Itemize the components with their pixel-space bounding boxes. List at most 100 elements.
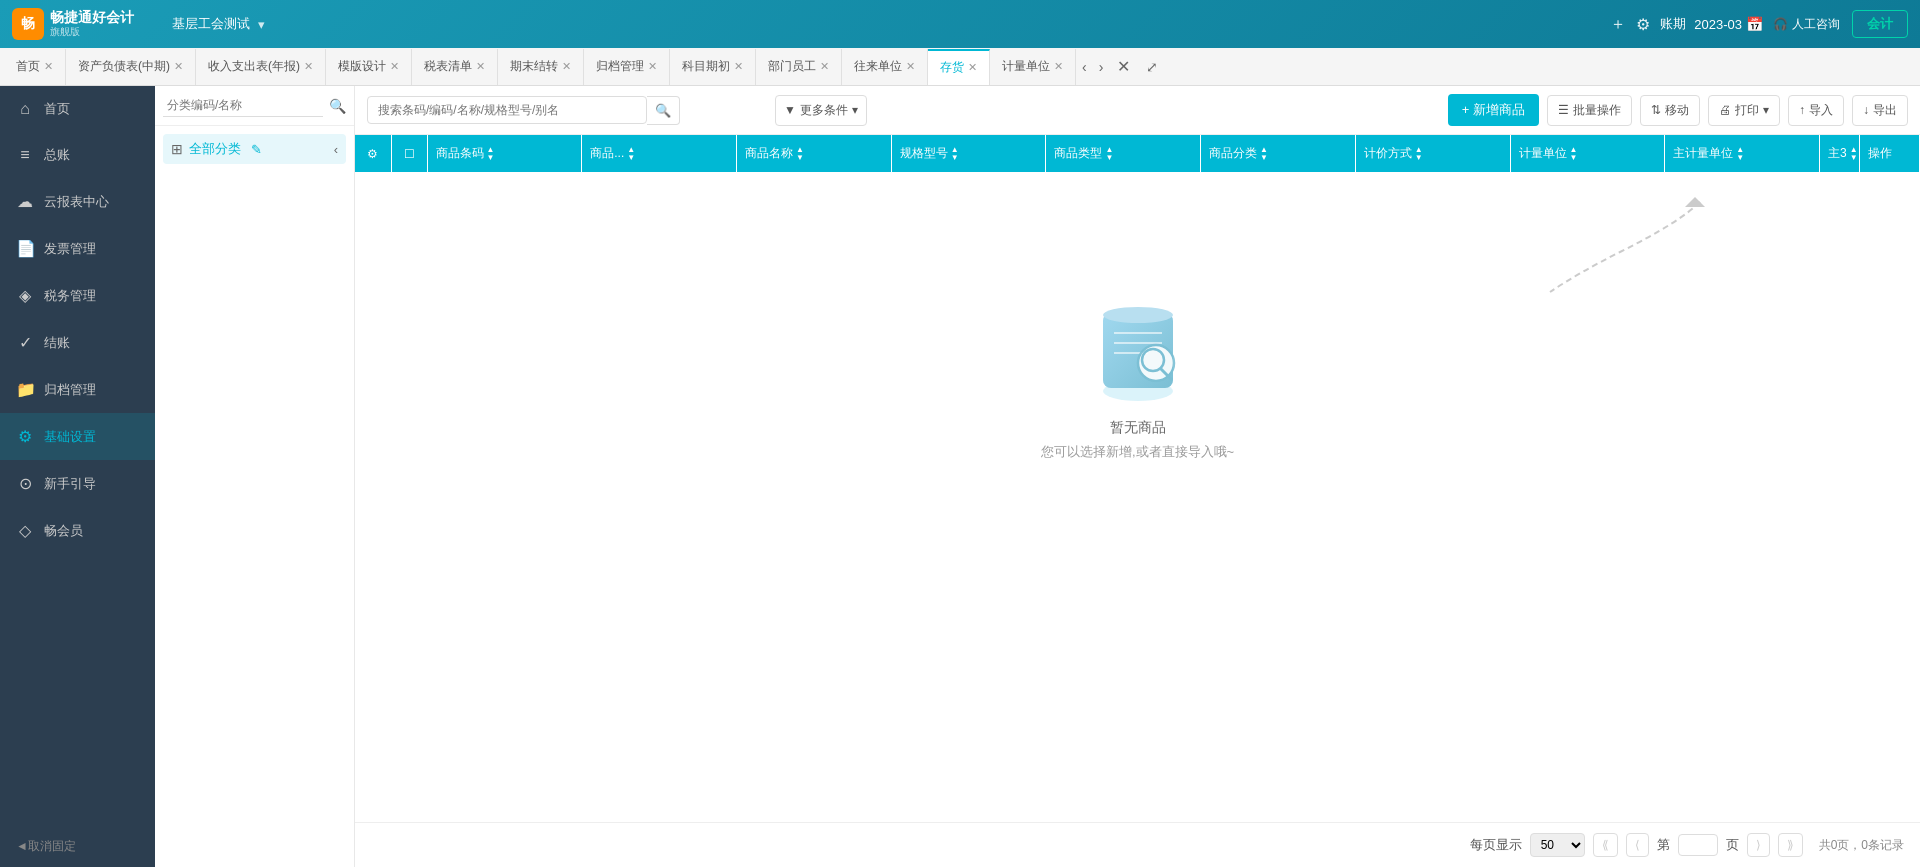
svg-marker-0: [1685, 197, 1705, 207]
print-icon: 🖨: [1719, 103, 1731, 117]
move-button[interactable]: ⇅ 移动: [1640, 95, 1700, 126]
page-number-input[interactable]: 1: [1678, 834, 1718, 856]
tab-close-balance[interactable]: ✕: [174, 60, 183, 73]
logo-text: 畅捷通好会计 旗舰版: [50, 9, 134, 40]
th-unit[interactable]: 计量单位 ▲▼: [1510, 135, 1665, 172]
table-header-row: ⚙ ☐ 商品条码 ▲▼ 商品..: [355, 135, 1920, 172]
tab-close-closing[interactable]: ✕: [562, 60, 571, 73]
tab-expand-button[interactable]: ⤢: [1138, 59, 1166, 75]
tab-close-contacts[interactable]: ✕: [906, 60, 915, 73]
tab-close-tax[interactable]: ✕: [476, 60, 485, 73]
product-table: ⚙ ☐ 商品条码 ▲▼ 商品..: [355, 135, 1920, 172]
tree-collapse-icon[interactable]: ‹: [334, 142, 338, 157]
settings-button[interactable]: ⚙: [1636, 15, 1650, 34]
tab-dept[interactable]: 部门员工 ✕: [756, 49, 842, 85]
member-icon: ◇: [16, 521, 34, 540]
main-search-input[interactable]: [367, 96, 647, 124]
tab-closing[interactable]: 期末结转 ✕: [498, 49, 584, 85]
th-spec[interactable]: 规格型号 ▲▼: [891, 135, 1046, 172]
next-page-button[interactable]: ⟩: [1747, 833, 1770, 857]
tab-prev-button[interactable]: ‹: [1076, 59, 1093, 75]
sidebar-item-reports[interactable]: ☁ 云报表中心: [0, 178, 155, 225]
tab-close-archive[interactable]: ✕: [648, 60, 657, 73]
tab-close-unit[interactable]: ✕: [1054, 60, 1063, 73]
sort-arrows-col3: ▲▼: [1850, 146, 1858, 162]
sort-arrows-barcode: ▲▼: [487, 146, 495, 162]
sidebar-item-close[interactable]: ✓ 结账: [0, 319, 155, 366]
sidebar-unpin-button[interactable]: ◄取消固定: [0, 826, 155, 867]
th-checkbox[interactable]: ☐: [391, 135, 427, 172]
first-page-button[interactable]: ⟪: [1593, 833, 1618, 857]
archive-icon: 📁: [16, 380, 34, 399]
th-settings[interactable]: ⚙: [355, 135, 391, 172]
th-code[interactable]: 商品... ▲▼: [582, 135, 737, 172]
tab-balance[interactable]: 资产负债表(中期) ✕: [66, 49, 196, 85]
tab-close-income[interactable]: ✕: [304, 60, 313, 73]
add-tab-button[interactable]: ＋: [1610, 14, 1626, 35]
tab-inventory[interactable]: 存货 ✕: [928, 49, 990, 85]
th-main-unit[interactable]: 主计量单位 ▲▼: [1665, 135, 1820, 172]
company-selector[interactable]: 基层工会测试 ▾: [172, 15, 1600, 33]
sidebar-item-tax[interactable]: ◈ 税务管理: [0, 272, 155, 319]
tab-home[interactable]: 首页 ✕: [4, 49, 66, 85]
tab-template[interactable]: 模版设计 ✕: [326, 49, 412, 85]
tab-bar: 首页 ✕ 资产负债表(中期) ✕ 收入支出表(年报) ✕ 模版设计 ✕ 税表清单…: [0, 48, 1920, 86]
account-button[interactable]: 会计: [1852, 10, 1908, 38]
sidebar-item-member[interactable]: ◇ 畅会员: [0, 507, 155, 554]
category-search-icon[interactable]: 🔍: [329, 98, 346, 114]
batch-button[interactable]: ☰ 批量操作: [1547, 95, 1632, 126]
sort-arrows-code: ▲▼: [627, 146, 635, 162]
empty-title: 暂无商品: [1110, 419, 1166, 437]
th-col3[interactable]: 主3 ▲▼: [1820, 135, 1860, 172]
period-display: 账期 2023-03 📅: [1660, 15, 1763, 33]
sidebar-item-archive[interactable]: 📁 归档管理: [0, 366, 155, 413]
sidebar-item-invoice[interactable]: 📄 发票管理: [0, 225, 155, 272]
tab-close-all-button[interactable]: ✕: [1109, 57, 1138, 76]
settings-nav-icon: ⚙: [16, 427, 34, 446]
filter-button[interactable]: ▼ 更多条件 ▾: [775, 95, 867, 126]
tab-income[interactable]: 收入支出表(年报) ✕: [196, 49, 326, 85]
sidebar-item-settings[interactable]: ⚙ 基础设置: [0, 413, 155, 460]
sidebar-item-home[interactable]: ⌂ 首页: [0, 86, 155, 132]
sidebar-item-ledger[interactable]: ≡ 总账: [0, 132, 155, 178]
tab-close-inventory[interactable]: ✕: [968, 61, 977, 74]
tree-item-all[interactable]: ⊞ 全部分类 ✎ ‹: [163, 134, 346, 164]
per-page-select[interactable]: 50 20 100: [1530, 833, 1585, 857]
import-button[interactable]: ↑ 导入: [1788, 95, 1844, 126]
prev-page-button[interactable]: ⟨: [1626, 833, 1649, 857]
tab-unit[interactable]: 计量单位 ✕: [990, 49, 1076, 85]
last-page-button[interactable]: ⟫: [1778, 833, 1803, 857]
tree-edit-icon[interactable]: ✎: [251, 142, 262, 157]
th-type[interactable]: 商品类型 ▲▼: [1046, 135, 1201, 172]
export-button[interactable]: ↓ 导出: [1852, 95, 1908, 126]
th-barcode[interactable]: 商品条码 ▲▼: [427, 135, 582, 172]
th-category[interactable]: 商品分类 ▲▼: [1201, 135, 1356, 172]
import-icon: ↑: [1799, 103, 1805, 117]
filter-icon: ▼: [784, 103, 796, 117]
tab-next-button[interactable]: ›: [1093, 59, 1110, 75]
main-search-bar: 🔍: [367, 96, 767, 125]
service-button[interactable]: 🎧 人工咨询: [1773, 16, 1840, 33]
tab-subject[interactable]: 科目期初 ✕: [670, 49, 756, 85]
tab-contacts[interactable]: 往来单位 ✕: [842, 49, 928, 85]
tab-close-subject[interactable]: ✕: [734, 60, 743, 73]
dashed-arrow-decoration: [1520, 192, 1720, 312]
tab-tax[interactable]: 税表清单 ✕: [412, 49, 498, 85]
tab-archive[interactable]: 归档管理 ✕: [584, 49, 670, 85]
print-button[interactable]: 🖨 打印 ▾: [1708, 95, 1780, 126]
th-action: 操作: [1860, 135, 1920, 172]
move-icon: ⇅: [1651, 103, 1661, 117]
category-search-input[interactable]: [163, 94, 323, 117]
calendar-icon[interactable]: 📅: [1746, 16, 1763, 32]
tab-close-dept[interactable]: ✕: [820, 60, 829, 73]
header-right: 🎧 人工咨询 会计: [1773, 10, 1908, 38]
main-search-icon[interactable]: 🔍: [647, 96, 680, 125]
new-product-button[interactable]: + 新增商品: [1448, 94, 1539, 126]
th-name[interactable]: 商品名称 ▲▼: [736, 135, 891, 172]
cloud-icon: ☁: [16, 192, 34, 211]
tab-close-home[interactable]: ✕: [44, 60, 53, 73]
company-dropdown-icon[interactable]: ▾: [258, 17, 265, 32]
sidebar-item-guide[interactable]: ⊙ 新手引导: [0, 460, 155, 507]
th-price[interactable]: 计价方式 ▲▼: [1355, 135, 1510, 172]
tab-close-template[interactable]: ✕: [390, 60, 399, 73]
